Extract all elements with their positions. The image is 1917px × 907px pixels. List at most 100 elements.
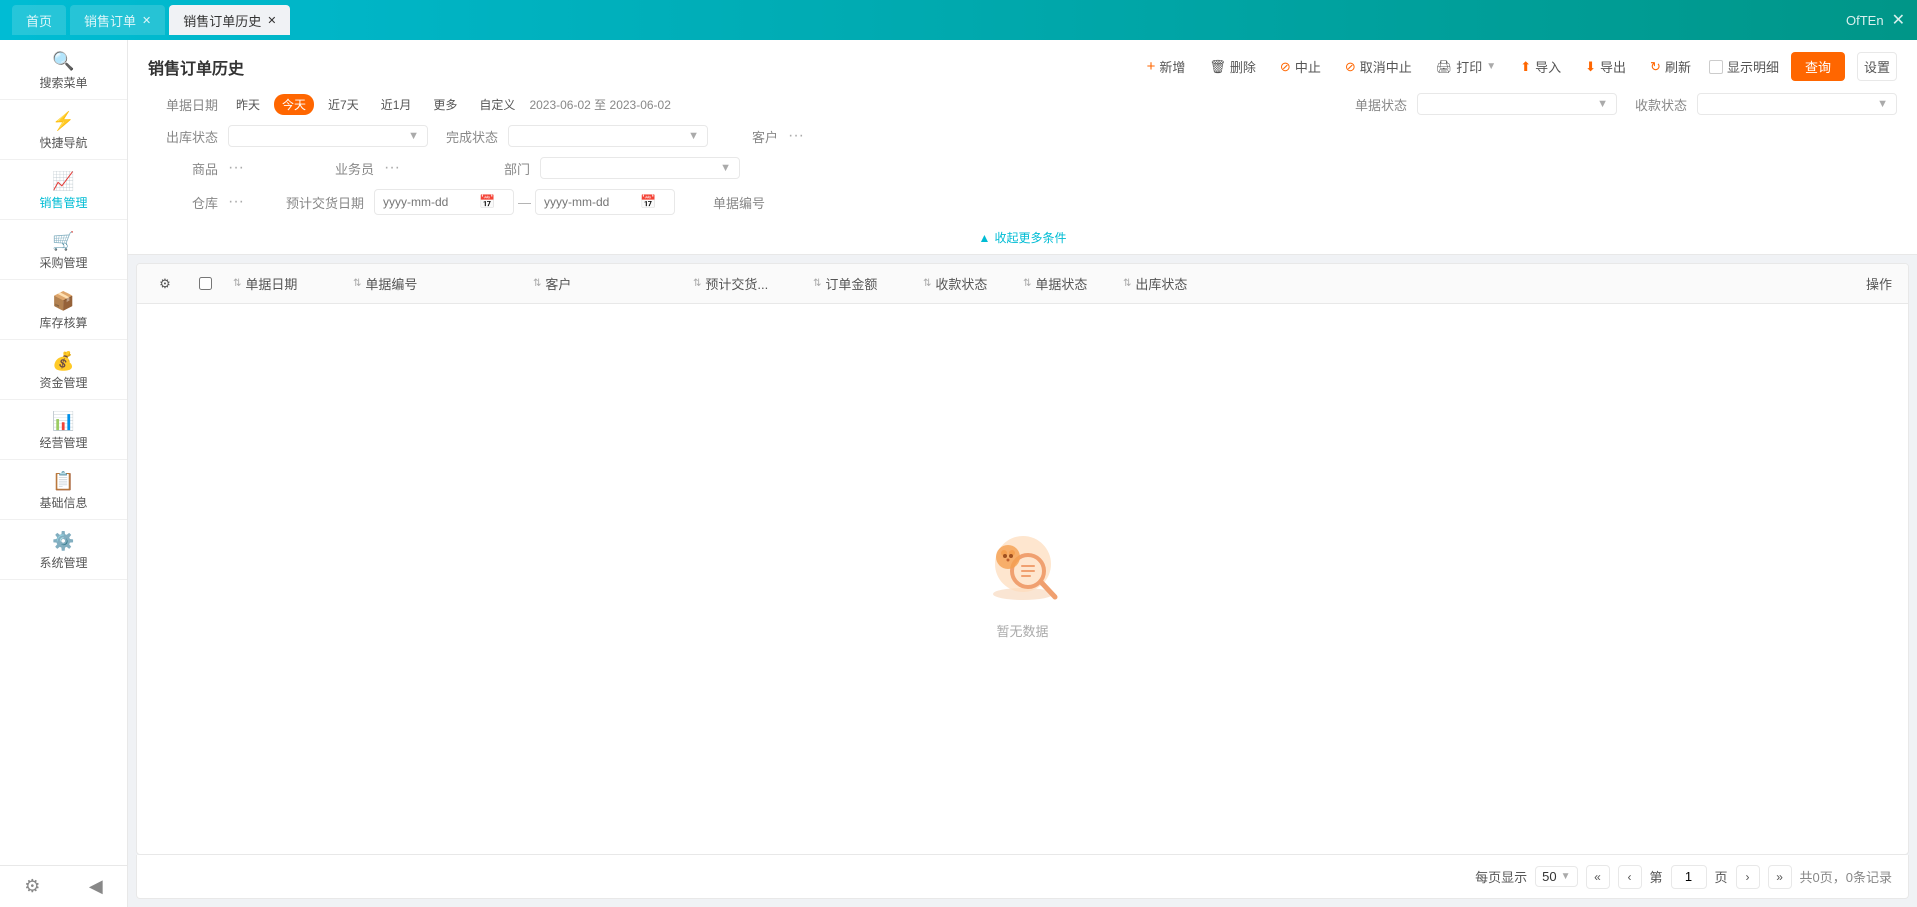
tab-sales-order-close[interactable]: ✕ <box>142 14 151 27</box>
th-date[interactable]: ⇅ 单据日期 <box>225 274 345 293</box>
sidebar-item-sys-mgmt[interactable]: ⚙️ 系统管理 <box>0 520 127 580</box>
sidebar-item-base-info[interactable]: 📋 基础信息 <box>0 460 127 520</box>
product-select-dots[interactable]: ··· <box>228 159 244 177</box>
sidebar-item-inventory[interactable]: 📦 库存核算 <box>0 280 127 340</box>
refresh-button[interactable]: ↻ 刷新 <box>1644 53 1697 80</box>
delivery-date-from-input[interactable] <box>383 195 473 209</box>
complete-status-select[interactable]: ▼ <box>508 125 708 147</box>
filter-row-2: 出库状态 ▼ 完成状态 ▼ 客户 ··· <box>148 125 1897 147</box>
next-page-button[interactable]: › <box>1736 865 1760 889</box>
tab-home-label: 首页 <box>26 11 52 30</box>
filter-row-4: 仓库 ··· 预计交货日期 📅 — 📅 单据编号 <box>148 189 1897 215</box>
select-all-checkbox[interactable] <box>199 277 212 290</box>
sidebar-item-sales-mgmt[interactable]: 📈 销售管理 <box>0 160 127 220</box>
delivery-date-to[interactable]: 📅 <box>535 189 675 215</box>
delivery-date-from[interactable]: 📅 <box>374 189 514 215</box>
calendar-from-icon[interactable]: 📅 <box>479 194 495 210</box>
stock-out-select[interactable]: ▼ <box>228 125 428 147</box>
import-button[interactable]: ⬆ 导入 <box>1514 53 1567 80</box>
page-suffix: 页 <box>1715 867 1728 886</box>
sidebar-item-search-menu-label: 搜索菜单 <box>39 74 87 91</box>
print-button[interactable]: 🖨 打印 ▼ <box>1430 53 1502 80</box>
page-number-input[interactable] <box>1671 865 1707 889</box>
window-close-icon[interactable]: ✕ <box>1892 10 1905 30</box>
toolbar: + 新增 🗑 删除 ⊘ 中止 ⊘ 取消中止 <box>1141 52 1897 81</box>
empty-state: 暂无数据 <box>973 519 1073 640</box>
operations-icon: 📊 <box>52 412 74 430</box>
receipt-status-label: 收款状态 <box>1617 95 1697 114</box>
sidebar-item-quick-nav-label: 快捷导航 <box>39 134 87 151</box>
date-btn-more[interactable]: 更多 <box>425 94 465 115</box>
salesperson-select-dots[interactable]: ··· <box>384 159 400 177</box>
last-page-button[interactable]: » <box>1768 865 1792 889</box>
date-btn-1month[interactable]: 近1月 <box>373 94 420 115</box>
cancel-stop-button[interactable]: ⊘ 取消中止 <box>1339 53 1418 80</box>
department-select[interactable]: ▼ <box>540 157 740 179</box>
th-checkbox[interactable] <box>185 277 225 290</box>
cancel-stop-icon: ⊘ <box>1345 59 1356 75</box>
main-layout: 🔍 搜索菜单 ⚡ 快捷导航 📈 销售管理 🛒 采购管理 📦 库存核算 💰 资金管… <box>0 40 1917 907</box>
warehouse-select-dots[interactable]: ··· <box>228 193 244 211</box>
date-range-text: 2023-06-02 至 2023-06-02 <box>529 96 670 113</box>
tab-home[interactable]: 首页 <box>12 5 66 35</box>
date-btn-7days[interactable]: 近7天 <box>320 94 367 115</box>
date-btn-yesterday[interactable]: 昨天 <box>228 94 268 115</box>
settings-button[interactable]: 设置 <box>1857 52 1897 81</box>
search-menu-icon: 🔍 <box>52 52 74 70</box>
new-button[interactable]: + 新增 <box>1141 53 1192 80</box>
tab-sales-order-history[interactable]: 销售订单历史 ✕ <box>169 5 290 35</box>
finance-icon: 💰 <box>52 352 74 370</box>
collapse-bar[interactable]: ▲ 收起更多条件 <box>148 225 1897 254</box>
th-order-status[interactable]: ⇅ 单据状态 <box>1015 274 1115 293</box>
th-receipt-status[interactable]: ⇅ 收款状态 <box>915 274 1015 293</box>
stop-button[interactable]: ⊘ 中止 <box>1274 53 1327 80</box>
sidebar-item-quick-nav[interactable]: ⚡ 快捷导航 <box>0 100 127 160</box>
delete-button[interactable]: 🗑 删除 <box>1203 53 1262 80</box>
base-info-icon: 📋 <box>52 472 74 490</box>
purchase-mgmt-icon: 🛒 <box>52 232 74 250</box>
tab-sales-order-history-close[interactable]: ✕ <box>267 14 276 27</box>
sidebar-item-finance[interactable]: 💰 资金管理 <box>0 340 127 400</box>
sidebar-item-purchase-mgmt[interactable]: 🛒 采购管理 <box>0 220 127 280</box>
order-status-select[interactable]: ▼ <box>1417 93 1617 115</box>
th-customer[interactable]: ⇅ 客户 <box>525 274 685 293</box>
complete-status-label: 完成状态 <box>428 127 508 146</box>
filter-area: 单据日期 昨天 今天 近7天 近1月 更多 自定义 2023-06-02 至 <box>148 93 1897 254</box>
th-settings[interactable]: ⚙ <box>145 276 185 292</box>
sales-mgmt-icon: 📈 <box>52 172 74 190</box>
customer-select-dots[interactable]: ··· <box>788 127 804 145</box>
sidebar-item-operations[interactable]: 📊 经营管理 <box>0 400 127 460</box>
table-settings-icon[interactable]: ⚙ <box>159 276 171 292</box>
calendar-to-icon[interactable]: 📅 <box>640 194 656 210</box>
display-toggle[interactable]: 显示明细 <box>1709 57 1779 76</box>
settings-bottom-icon[interactable]: ⚙ <box>24 876 40 897</box>
tab-sales-order[interactable]: 销售订单 ✕ <box>70 5 165 35</box>
per-page-select[interactable]: 50 ▼ <box>1535 866 1577 887</box>
sidebar-bottom: ⚙ ◀ <box>0 865 127 907</box>
display-detail-checkbox[interactable] <box>1709 60 1723 74</box>
prev-page-button[interactable]: ‹ <box>1618 865 1642 889</box>
query-button[interactable]: 查询 <box>1791 52 1845 81</box>
product-label: 商品 <box>148 159 228 178</box>
sidebar-item-search-menu[interactable]: 🔍 搜索菜单 <box>0 40 127 100</box>
export-button[interactable]: ⬇ 导出 <box>1579 53 1632 80</box>
collapse-icon[interactable]: ◀ <box>89 876 103 897</box>
date-filter-buttons: 昨天 今天 近7天 近1月 更多 自定义 2023-06-02 至 2023-0… <box>228 94 671 115</box>
order-number-label: 单据编号 <box>695 193 775 212</box>
th-amount[interactable]: ⇅ 订单金额 <box>805 274 915 293</box>
date-btn-today[interactable]: 今天 <box>274 94 314 115</box>
delivery-date-to-input[interactable] <box>544 195 634 209</box>
th-stock-status[interactable]: ⇅ 出库状态 <box>1115 274 1215 293</box>
sidebar-item-sys-mgmt-label: 系统管理 <box>39 554 87 571</box>
date-btn-custom[interactable]: 自定义 <box>471 94 523 115</box>
new-label: 新增 <box>1159 57 1185 76</box>
th-delivery[interactable]: ⇅ 预计交货... <box>685 274 805 293</box>
page-title-row: 销售订单历史 + 新增 🗑 删除 ⊘ 中止 ⊘ <box>148 52 1897 81</box>
salesperson-label: 业务员 <box>304 159 384 178</box>
first-page-button[interactable]: « <box>1586 865 1610 889</box>
chevron-up-icon: ▲ <box>979 231 991 245</box>
receipt-status-select[interactable]: ▼ <box>1697 93 1897 115</box>
sort-icon-number: ⇅ <box>353 278 361 289</box>
th-number[interactable]: ⇅ 单据编号 <box>345 274 525 293</box>
pagination-bar: 每页显示 50 ▼ « ‹ 第 页 › » 共0页，0条记录 <box>136 855 1909 899</box>
